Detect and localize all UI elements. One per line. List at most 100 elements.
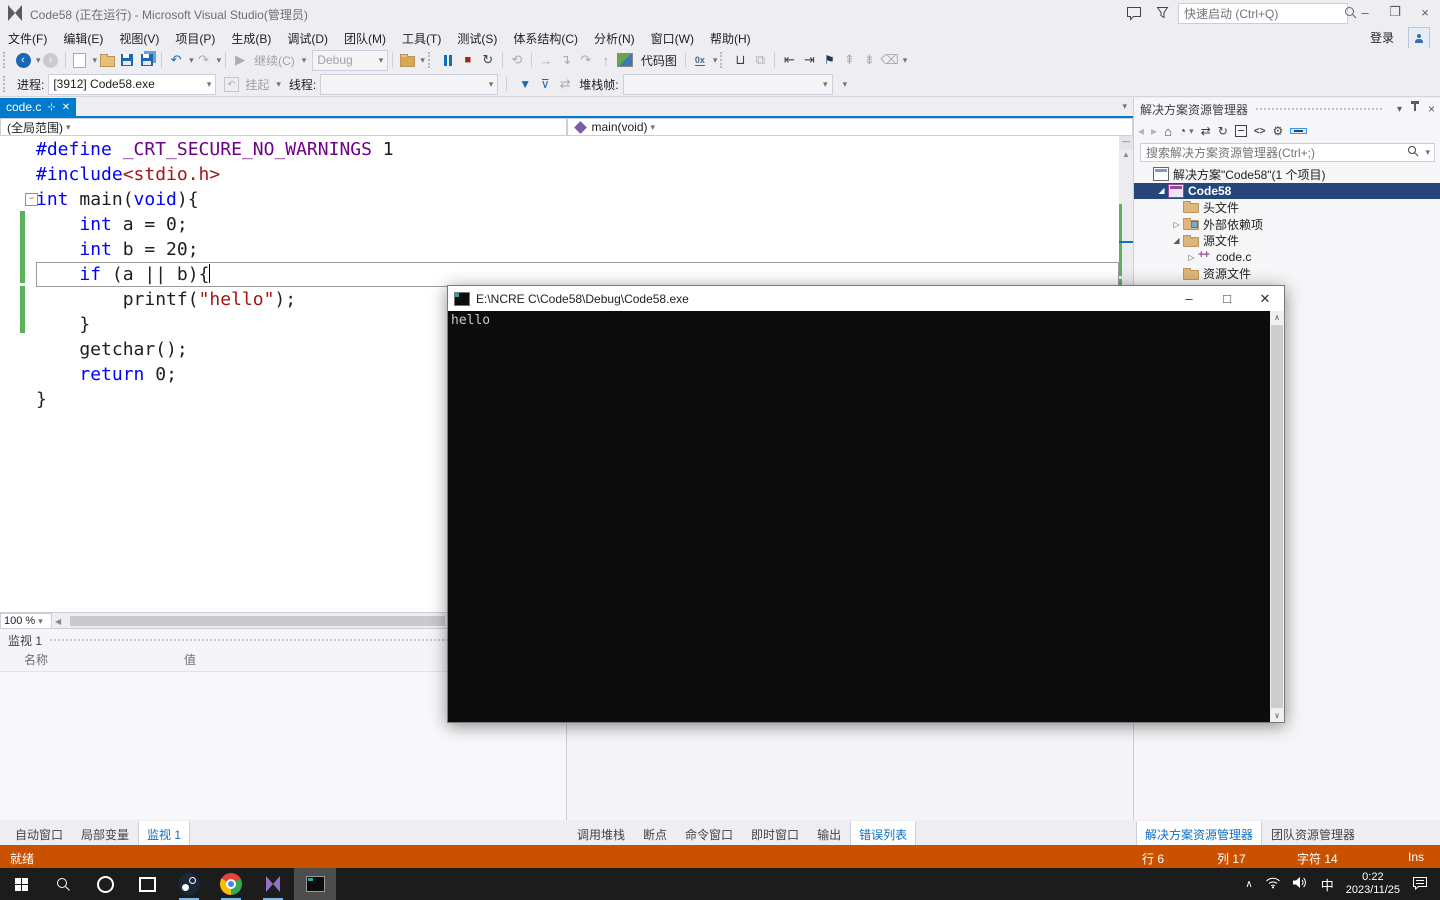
filter-threads-icon[interactable]: ▼ [516,75,534,93]
code-line[interactable]: #define _CRT_SECURE_NO_WARNINGS 1 [36,137,1119,162]
start-button[interactable] [0,868,42,900]
toolbar-grip[interactable] [3,76,8,92]
show-all-files-icon[interactable]: <> [1254,126,1266,137]
restart-button[interactable]: ↻ [479,51,497,69]
notifications-funnel-icon[interactable] [1156,6,1169,24]
refresh-icon[interactable]: ↻ [1218,124,1228,138]
search-icon[interactable] [1407,145,1422,160]
taskbar-clock[interactable]: 0:22 2023/11/25 [1346,871,1400,897]
watch-panel-tab[interactable]: 自动窗口 [6,821,72,848]
code-map-label[interactable]: 代码图 [641,52,677,69]
toolbar-grip[interactable] [427,52,433,68]
steam-taskbar-icon[interactable] [168,868,210,900]
collapse-all-icon[interactable] [1234,125,1247,137]
feedback-icon[interactable] [1126,6,1142,24]
zoom-level-select[interactable]: 100 % ▾ [0,613,52,629]
sign-in-link[interactable]: 登录 [1370,29,1394,46]
bookmark-button[interactable]: ⚑ [820,51,838,69]
column-value[interactable]: 值 [184,651,196,671]
break-all-button[interactable] [439,51,457,69]
action-center-icon[interactable] [1412,876,1428,893]
bottom-panel-tab[interactable]: 调用堆栈 [568,821,634,848]
code-line[interactable]: if (a || b){ [36,262,1119,287]
tree-item[interactable]: ▷ 外部依赖项 [1134,216,1440,233]
auto-hide-pin-icon[interactable] [1410,101,1420,117]
quick-launch-input[interactable] [1179,6,1344,21]
indent-decrease-icon[interactable]: ⇤ [780,51,798,69]
outlining-collapse-icon[interactable]: − [25,193,38,206]
splitter-handle[interactable]: — [1119,136,1133,149]
toolbar-grip[interactable] [720,52,725,68]
taskbar-search-button[interactable] [42,868,84,900]
bottom-panel-tab[interactable]: 命令窗口 [676,821,742,848]
scroll-down-icon[interactable]: ∨ [1270,711,1284,720]
pin-tab-icon[interactable]: ⊹ [47,102,55,113]
column-name[interactable]: 名称 [0,651,184,671]
console-app-taskbar-icon[interactable] [294,868,336,900]
volume-icon[interactable] [1292,876,1309,892]
restore-button[interactable]: ❐ [1380,0,1410,24]
console-scrollbar-thumb[interactable] [1271,325,1283,708]
scope-dropdown[interactable]: (全局范围) ▾ [0,118,567,136]
user-avatar[interactable] [1408,27,1430,49]
explorer-panel-tab[interactable]: 解决方案资源管理器 [1136,821,1263,848]
navigate-back-button[interactable]: ‹ [14,51,32,69]
tree-item[interactable]: ◢ 源文件 [1134,232,1440,249]
tab-list-dropdown-icon[interactable]: ▾ [1122,101,1127,112]
indent-increase-icon[interactable]: ⇥ [800,51,818,69]
expander-icon[interactable]: ▷ [1185,253,1198,262]
quick-launch-box[interactable] [1178,3,1357,24]
tree-item[interactable]: 解决方案"Code58"(1 个项目) [1134,166,1440,183]
flagged-threads-filter-icon[interactable]: ⊽ [536,75,554,93]
close-tab-icon[interactable]: ✕ [62,102,70,113]
undo-button[interactable]: ↶ [167,51,185,69]
console-maximize-button[interactable]: □ [1208,286,1246,311]
code-line[interactable]: int b = 20; [36,237,1119,262]
document-tab-codec[interactable]: code.c ⊹ ✕ [0,98,77,116]
close-panel-icon[interactable]: × [1428,102,1435,116]
explorer-panel-tab[interactable]: 团队资源管理器 [1262,821,1364,848]
hex-display-toggle[interactable]: 0x [691,51,709,69]
preview-selected-items-toggle[interactable] [1290,128,1308,134]
tree-item[interactable]: ▷ code.c [1134,249,1440,266]
chrome-taskbar-icon[interactable] [210,868,252,900]
output-window-icon[interactable]: ⊔ [731,51,749,69]
console-window[interactable]: E:\NCRE C\Code58\Debug\Code58.exe – □ ✕ … [447,285,1285,723]
console-scrollbar[interactable]: ∧ ∨ [1270,311,1284,722]
code-line[interactable]: int main(void){ [36,187,1119,212]
console-close-button[interactable]: ✕ [1246,286,1284,311]
expander-icon[interactable]: ◢ [1155,186,1168,195]
save-all-button[interactable] [138,51,156,69]
watch-panel-tab[interactable]: 监视 1 [138,821,191,848]
scroll-up-icon[interactable]: ∧ [1270,313,1284,322]
home-icon[interactable]: ⌂ [1164,124,1172,139]
toolbar-grip[interactable] [3,52,8,68]
diagnostic-tools-icon[interactable] [398,51,416,69]
watch-panel-tab[interactable]: 局部变量 [72,821,138,848]
code-line[interactable]: int a = 0; [36,212,1119,237]
cortana-button[interactable] [84,868,126,900]
horizontal-scrollbar-thumb[interactable] [70,616,446,626]
expander-icon[interactable]: ▷ [1170,220,1183,229]
code-map-icon[interactable] [616,51,636,69]
code-line[interactable]: #include<stdio.h> [36,162,1119,187]
sync-with-active-document-icon[interactable]: ⇄ [1201,124,1211,138]
task-view-button[interactable] [126,868,168,900]
member-dropdown[interactable]: main(void) ▾ [566,118,1133,136]
tree-item[interactable]: 资源文件 [1134,266,1440,283]
stop-debugging-button[interactable]: ■ [459,51,477,69]
visual-studio-taskbar-icon[interactable] [252,868,294,900]
bottom-panel-tab[interactable]: 即时窗口 [742,821,808,848]
tree-item[interactable]: ◢ Code58 [1134,182,1440,200]
tree-item[interactable]: 头文件 [1134,199,1440,216]
bottom-panel-tab[interactable]: 输出 [808,821,850,848]
pending-changes-filter-icon[interactable]: ◔ ▾ [1179,124,1194,138]
open-file-button[interactable] [98,51,116,69]
bottom-panel-tab[interactable]: 错误列表 [850,821,917,848]
console-minimize-button[interactable]: – [1170,286,1208,311]
properties-icon[interactable]: ⚙ [1273,124,1284,138]
solution-explorer-title[interactable]: 解决方案资源管理器 ▾ × [1134,98,1440,120]
solution-explorer-search-box[interactable]: ▾ [1140,143,1435,162]
close-button[interactable]: × [1410,0,1440,24]
scroll-up-icon[interactable]: ▲ [1119,150,1133,159]
